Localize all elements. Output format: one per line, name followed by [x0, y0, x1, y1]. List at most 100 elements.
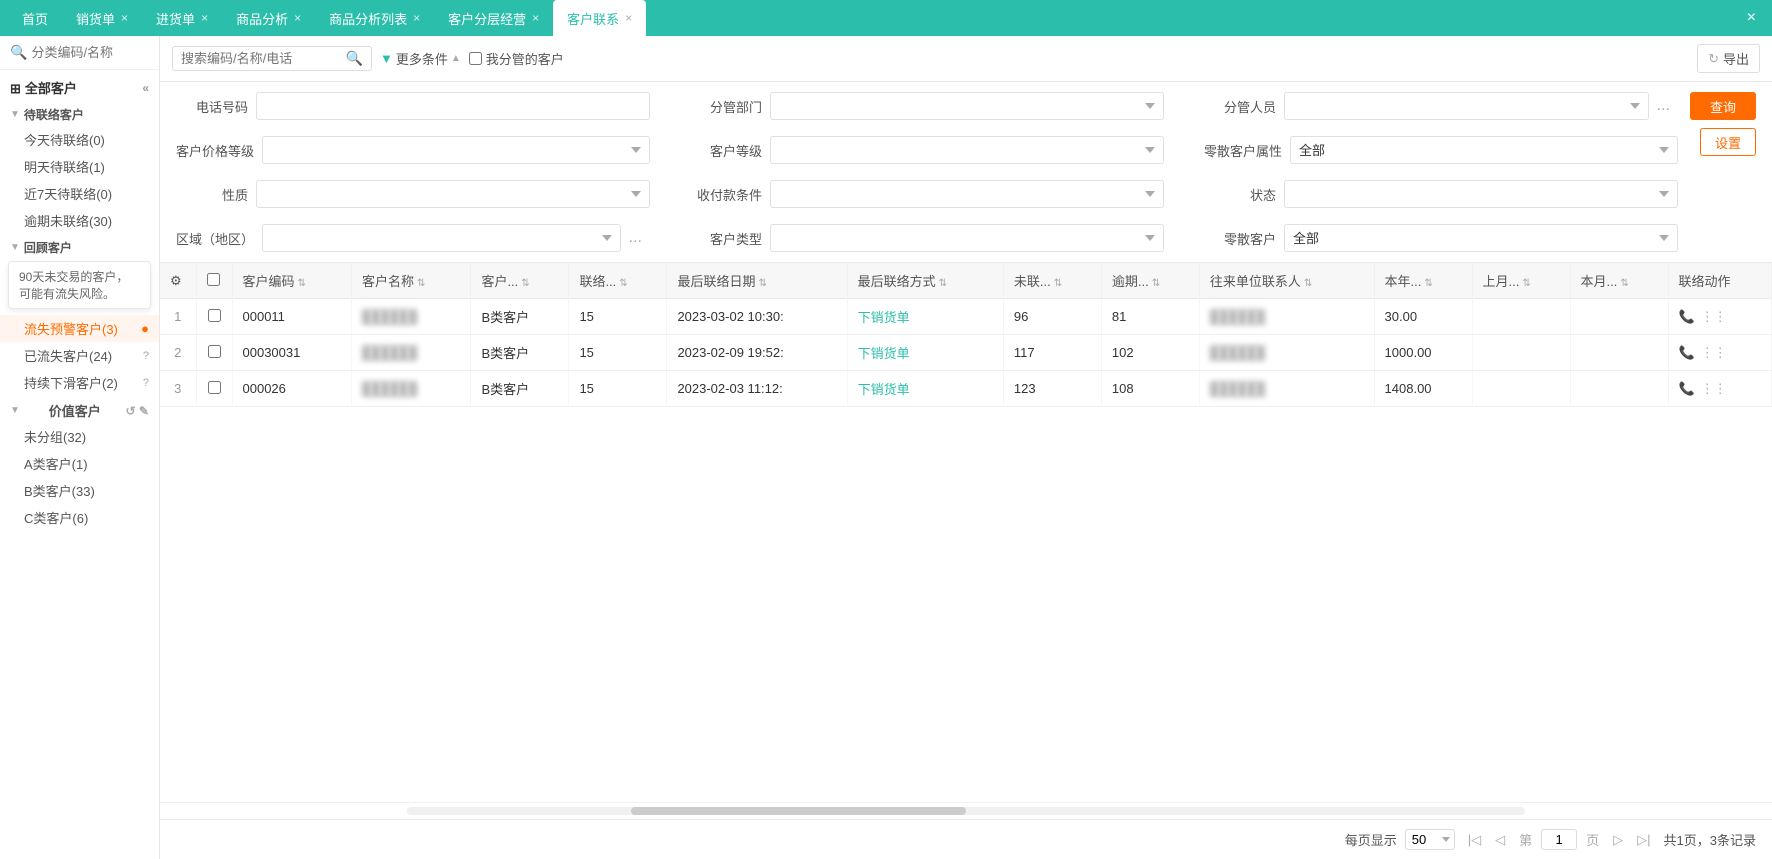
col-this-month[interactable]: 本月...⇅: [1570, 263, 1668, 299]
page-number-input[interactable]: [1541, 829, 1577, 850]
scrollbar-track: [407, 807, 1524, 815]
tab-home[interactable]: 首页: [8, 0, 62, 36]
tab-sales-order[interactable]: 销货单 ×: [62, 0, 142, 36]
tab-customer-contact-close[interactable]: ×: [625, 11, 632, 25]
col-last-month[interactable]: 上月...⇅: [1472, 263, 1570, 299]
first-page-btn[interactable]: |◁: [1463, 830, 1486, 850]
sidebar-item-churned[interactable]: 已流失客户(24) ?: [0, 342, 159, 369]
sidebar-item-ungrouped[interactable]: 未分组(32): [0, 423, 159, 450]
toolbar-filter-btn[interactable]: ▼ 更多条件 ▲: [380, 49, 461, 68]
toolbar-search-icon[interactable]: 🔍: [346, 50, 363, 67]
tab-purchase-order-close[interactable]: ×: [201, 11, 208, 25]
last-method-link-2[interactable]: 下销货单: [858, 382, 910, 397]
col-not-contacted[interactable]: 未联...⇅: [1003, 263, 1101, 299]
sidebar-group-value[interactable]: 价值客户 ↺ ✎: [0, 396, 159, 423]
tab-purchase-order[interactable]: 进货单 ×: [142, 0, 222, 36]
col-this-year[interactable]: 本年...⇅: [1374, 263, 1472, 299]
sidebar-item-declining[interactable]: 持续下滑客户(2) ?: [0, 369, 159, 396]
filter-select-region[interactable]: [262, 224, 621, 252]
row-select-checkbox-0[interactable]: [208, 309, 221, 322]
filter-row-1: 电话号码 分管部门 分管人员 ...: [176, 92, 1678, 120]
row-last-method-2[interactable]: 下销货单: [847, 371, 1003, 407]
export-button[interactable]: ↻ 导出: [1697, 44, 1760, 73]
next-page-btn[interactable]: ▷: [1608, 830, 1628, 850]
sidebar-item-a-class[interactable]: A类客户(1): [0, 450, 159, 477]
action-more-icon-0[interactable]: ⋮⋮: [1701, 309, 1727, 325]
action-contact-icon-2[interactable]: 📞: [1679, 381, 1695, 397]
filter-field-price-grade: 客户价格等级: [176, 136, 650, 164]
sidebar-item-today[interactable]: 今天待联络(0): [0, 126, 159, 153]
tab-product-analysis-list-close[interactable]: ×: [413, 11, 420, 25]
filter-select-dept[interactable]: [770, 92, 1164, 120]
action-more-icon-1[interactable]: ⋮⋮: [1701, 345, 1727, 361]
col-settings[interactable]: ⚙: [160, 263, 196, 299]
sidebar-search-input[interactable]: [31, 45, 149, 60]
tab-customer-segment-close[interactable]: ×: [532, 11, 539, 25]
tab-sales-order-close[interactable]: ×: [121, 11, 128, 25]
last-method-link-0[interactable]: 下销货单: [858, 310, 910, 325]
window-close-button[interactable]: ×: [1739, 9, 1764, 27]
row-last-method-0[interactable]: 下销货单: [847, 299, 1003, 335]
sidebar-item-c-class[interactable]: C类客户(6): [0, 504, 159, 531]
filter-input-phone[interactable]: [256, 92, 650, 120]
col-name[interactable]: 客户名称⇅: [351, 263, 470, 299]
col-contact-person[interactable]: 往来单位联系人⇅: [1199, 263, 1374, 299]
tab-customer-contact[interactable]: 客户联系 ×: [553, 0, 646, 36]
filter-select-status[interactable]: [1284, 180, 1678, 208]
row-last-month-0: [1472, 299, 1570, 335]
last-page-btn[interactable]: ▷|: [1632, 830, 1655, 850]
toolbar-search-input[interactable]: [181, 51, 342, 66]
tab-product-analysis-close[interactable]: ×: [294, 11, 301, 25]
sidebar-all-customers[interactable]: ⊞全部客户 «: [0, 70, 159, 101]
filter-select-retail[interactable]: 全部: [1284, 224, 1678, 252]
row-select-checkbox-1[interactable]: [208, 345, 221, 358]
per-page-select[interactable]: 50 100: [1405, 829, 1455, 850]
sidebar-item-churn-warning[interactable]: 流失预警客户(3) ●: [0, 315, 159, 342]
filter-field-status: 状态: [1204, 180, 1678, 208]
action-more-icon-2[interactable]: ⋮⋮: [1701, 381, 1727, 397]
sidebar-item-b-class[interactable]: B类客户(33): [0, 477, 159, 504]
filter-select-nature[interactable]: [256, 180, 650, 208]
tab-product-analysis[interactable]: 商品分析 ×: [222, 0, 315, 36]
horizontal-scrollbar[interactable]: [160, 802, 1772, 819]
filter-dots-manager[interactable]: ...: [1649, 97, 1678, 115]
query-button[interactable]: 查询: [1690, 92, 1756, 120]
sidebar-item-tomorrow[interactable]: 明天待联络(1): [0, 153, 159, 180]
sidebar-group-review[interactable]: 回顾客户: [0, 234, 159, 259]
filter-select-payment[interactable]: [770, 180, 1164, 208]
tab-purchase-order-label: 进货单: [156, 9, 195, 28]
filter-arrow-icon: ▲: [451, 53, 461, 64]
select-all-checkbox[interactable]: [207, 273, 220, 286]
settings-button[interactable]: 设置: [1700, 128, 1756, 156]
sidebar-group-pending[interactable]: 待联络客户: [0, 101, 159, 126]
filter-row-3: 性质 收付款条件 状态: [176, 180, 1678, 208]
col-last-date[interactable]: 最后联络日期⇅: [667, 263, 847, 299]
filter-field-retail: 零散客户 全部: [1204, 224, 1678, 252]
my-customers-checkbox[interactable]: [469, 52, 482, 65]
last-method-link-1[interactable]: 下销货单: [858, 346, 910, 361]
col-code[interactable]: 客户编码⇅: [232, 263, 351, 299]
action-contact-icon-0[interactable]: 📞: [1679, 309, 1695, 325]
col-contact-count[interactable]: 联络...⇅: [569, 263, 667, 299]
filter-label-retail: 零散客户: [1204, 229, 1284, 248]
filter-select-manager[interactable]: [1284, 92, 1649, 120]
filter-select-customer-grade[interactable]: [770, 136, 1164, 164]
row-select-checkbox-2[interactable]: [208, 381, 221, 394]
tab-customer-segment[interactable]: 客户分层经营 ×: [434, 0, 553, 36]
prev-page-btn[interactable]: ◁: [1490, 830, 1510, 850]
scrollbar-thumb[interactable]: [631, 807, 966, 815]
sidebar-item-c-class-label: C类客户(6): [24, 508, 88, 527]
value-group-icons[interactable]: ↺ ✎: [126, 404, 149, 418]
filter-dots-region[interactable]: ...: [621, 229, 650, 247]
col-overdue[interactable]: 逾期...⇅: [1101, 263, 1199, 299]
sidebar-item-7days[interactable]: 近7天待联络(0): [0, 180, 159, 207]
col-last-method[interactable]: 最后联络方式⇅: [847, 263, 1003, 299]
filter-select-price-grade[interactable]: [262, 136, 650, 164]
tab-product-analysis-list[interactable]: 商品分析列表 ×: [315, 0, 434, 36]
row-last-method-1[interactable]: 下销货单: [847, 335, 1003, 371]
sidebar-item-overdue-contact[interactable]: 逾期未联络(30): [0, 207, 159, 234]
action-contact-icon-1[interactable]: 📞: [1679, 345, 1695, 361]
filter-select-customer-type[interactable]: [770, 224, 1164, 252]
filter-select-retail-attr[interactable]: 全部: [1290, 136, 1678, 164]
col-type[interactable]: 客户...⇅: [471, 263, 569, 299]
